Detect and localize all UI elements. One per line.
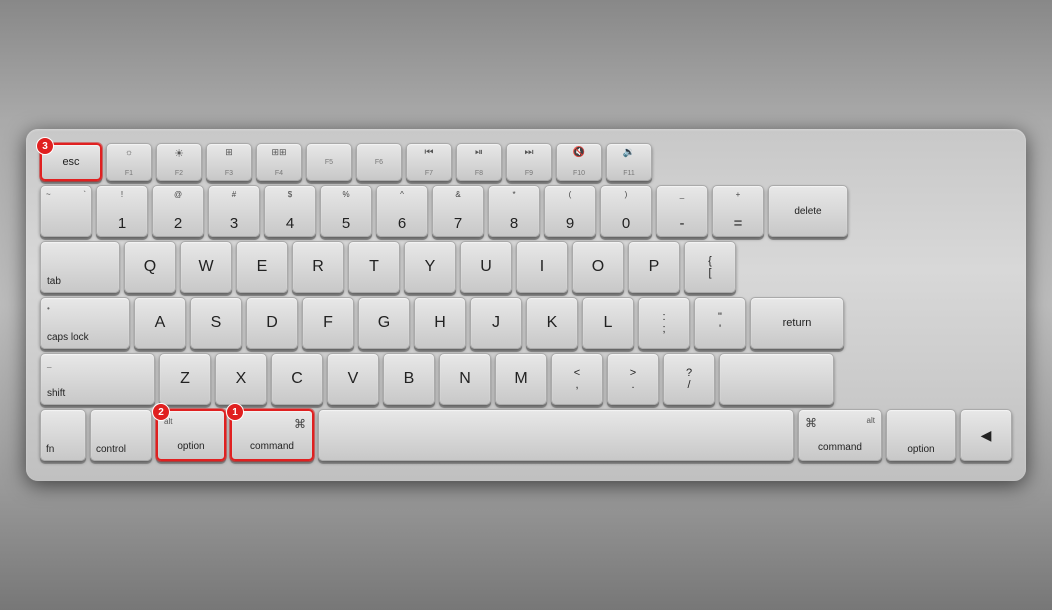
0-key[interactable]: ) 0: [600, 185, 652, 237]
esc-badge: 3: [36, 137, 54, 155]
right-shift-key[interactable]: [719, 353, 834, 405]
keyboard-background: 3 esc ☼ F1 ☀ F2 ⊞ F3 ⊞⊞ F4 F5: [0, 0, 1052, 610]
f10-key[interactable]: 🔇 F10: [556, 143, 602, 181]
5-key[interactable]: % 5: [320, 185, 372, 237]
slash-key[interactable]: ? /: [663, 353, 715, 405]
qwerty-row: tab Q W E R T Y U I O P { [: [40, 241, 1012, 293]
f5-key[interactable]: F5: [306, 143, 352, 181]
semicolon-key[interactable]: : ;: [638, 297, 690, 349]
s-key[interactable]: S: [190, 297, 242, 349]
n-key[interactable]: N: [439, 353, 491, 405]
arrow-left-key[interactable]: ◀: [960, 409, 1012, 461]
x-key[interactable]: X: [215, 353, 267, 405]
delete-key[interactable]: delete: [768, 185, 848, 237]
bracket-open-key[interactable]: { [: [684, 241, 736, 293]
r-key[interactable]: R: [292, 241, 344, 293]
f8-key[interactable]: ⏯ F8: [456, 143, 502, 181]
e-key[interactable]: E: [236, 241, 288, 293]
left-command-key[interactable]: 1 ⌘ command: [230, 409, 314, 461]
q-key[interactable]: Q: [124, 241, 176, 293]
number-row: ~ ` ! 1 @ 2 # 3 $ 4 % 5: [40, 185, 1012, 237]
8-key[interactable]: * 8: [488, 185, 540, 237]
f7-key[interactable]: ⏮ F7: [406, 143, 452, 181]
spacebar-key[interactable]: [318, 409, 794, 461]
d-key[interactable]: D: [246, 297, 298, 349]
c-key[interactable]: C: [271, 353, 323, 405]
f2-key[interactable]: ☀ F2: [156, 143, 202, 181]
f-key[interactable]: F: [302, 297, 354, 349]
left-option-key[interactable]: 2 alt option: [156, 409, 226, 461]
keyboard: 3 esc ☼ F1 ☀ F2 ⊞ F3 ⊞⊞ F4 F5: [26, 129, 1026, 481]
f4-key[interactable]: ⊞⊞ F4: [256, 143, 302, 181]
quote-key[interactable]: " ': [694, 297, 746, 349]
7-key[interactable]: & 7: [432, 185, 484, 237]
esc-key[interactable]: 3 esc: [40, 143, 102, 181]
zxcv-row: _ shift Z X C V B N M < , > . ? /: [40, 353, 1012, 405]
9-key[interactable]: ( 9: [544, 185, 596, 237]
y-key[interactable]: Y: [404, 241, 456, 293]
equals-key[interactable]: + =: [712, 185, 764, 237]
f3-key[interactable]: ⊞ F3: [206, 143, 252, 181]
a-key[interactable]: A: [134, 297, 186, 349]
3-key[interactable]: # 3: [208, 185, 260, 237]
minus-key[interactable]: _ -: [656, 185, 708, 237]
h-key[interactable]: H: [414, 297, 466, 349]
l-key[interactable]: L: [582, 297, 634, 349]
j-key[interactable]: J: [470, 297, 522, 349]
g-key[interactable]: G: [358, 297, 410, 349]
i-key[interactable]: I: [516, 241, 568, 293]
p-key[interactable]: P: [628, 241, 680, 293]
z-key[interactable]: Z: [159, 353, 211, 405]
f1-key[interactable]: ☼ F1: [106, 143, 152, 181]
t-key[interactable]: T: [348, 241, 400, 293]
f6-key[interactable]: F6: [356, 143, 402, 181]
f11-key[interactable]: 🔉 F11: [606, 143, 652, 181]
return-key[interactable]: return: [750, 297, 844, 349]
command-badge: 1: [226, 403, 244, 421]
right-command-key[interactable]: ⌘ alt command: [798, 409, 882, 461]
comma-key[interactable]: < ,: [551, 353, 603, 405]
6-key[interactable]: ^ 6: [376, 185, 428, 237]
tab-key[interactable]: tab: [40, 241, 120, 293]
fn-row: 3 esc ☼ F1 ☀ F2 ⊞ F3 ⊞⊞ F4 F5: [40, 143, 1012, 181]
fn-key[interactable]: fn: [40, 409, 86, 461]
2-key[interactable]: @ 2: [152, 185, 204, 237]
tilde-key[interactable]: ~ `: [40, 185, 92, 237]
v-key[interactable]: V: [327, 353, 379, 405]
f9-key[interactable]: ⏭ F9: [506, 143, 552, 181]
o-key[interactable]: O: [572, 241, 624, 293]
1-key[interactable]: ! 1: [96, 185, 148, 237]
asdf-row: • caps lock A S D F G H J K L : ; " ' re…: [40, 297, 1012, 349]
m-key[interactable]: M: [495, 353, 547, 405]
b-key[interactable]: B: [383, 353, 435, 405]
control-key[interactable]: control: [90, 409, 152, 461]
left-shift-key[interactable]: _ shift: [40, 353, 155, 405]
u-key[interactable]: U: [460, 241, 512, 293]
w-key[interactable]: W: [180, 241, 232, 293]
option-badge: 2: [152, 403, 170, 421]
4-key[interactable]: $ 4: [264, 185, 316, 237]
bottom-row: fn control 2 alt option 1 ⌘ command ⌘ al…: [40, 409, 1012, 461]
period-key[interactable]: > .: [607, 353, 659, 405]
caps-lock-key[interactable]: • caps lock: [40, 297, 130, 349]
k-key[interactable]: K: [526, 297, 578, 349]
right-option-key[interactable]: option: [886, 409, 956, 461]
